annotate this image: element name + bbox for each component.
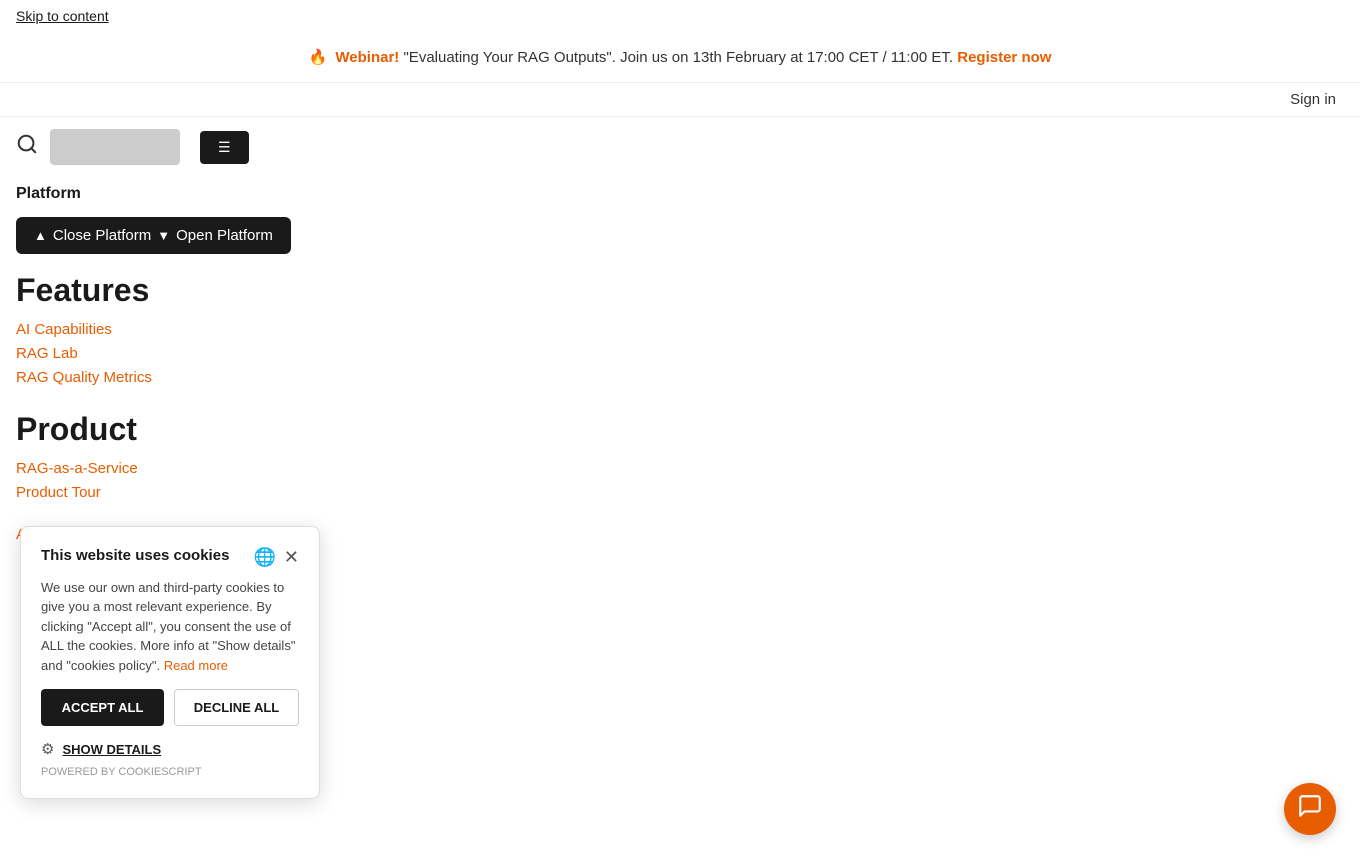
site-logo[interactable]	[50, 129, 180, 165]
menu-button[interactable]: ☰	[200, 131, 249, 164]
cookie-title: This website uses cookies	[41, 547, 229, 564]
cookie-close-button[interactable]: ✕	[284, 548, 299, 566]
site-header: ☰	[0, 117, 1360, 177]
list-item: Product Tour	[16, 484, 1344, 502]
product-section-title: Product	[16, 411, 1344, 448]
show-details-row[interactable]: ⚙ SHOW DETAILS	[41, 740, 299, 758]
list-item: RAG Lab	[16, 345, 1344, 363]
nav-menu: Platform ▲ Close Platform ▼ Open Platfor…	[0, 177, 1360, 544]
rag-lab-link[interactable]: RAG Lab	[16, 345, 78, 362]
decline-all-button[interactable]: DECLINE ALL	[174, 689, 299, 726]
chat-button[interactable]	[1284, 783, 1336, 835]
cookie-banner: This website uses cookies 🌐 ✕ We use our…	[20, 526, 320, 800]
rag-as-a-service-link[interactable]: RAG-as-a-Service	[16, 460, 138, 477]
cookie-banner-header: This website uses cookies 🌐 ✕	[41, 547, 299, 568]
skip-to-content[interactable]: Skip to content	[0, 0, 1360, 32]
platform-toggle-button[interactable]: ▲ Close Platform ▼ Open Platform	[16, 217, 291, 254]
powered-by-text: POWERED BY COOKIESCRIPT	[41, 766, 299, 778]
cookie-description: We use our own and third-party cookies t…	[41, 578, 299, 676]
top-nav: Sign in	[0, 83, 1360, 117]
cookie-actions: ACCEPT ALL DECLINE ALL	[41, 689, 299, 726]
chat-icon	[1297, 793, 1323, 825]
platform-nav-item: Platform	[16, 177, 1344, 211]
show-details-label: SHOW DETAILS	[62, 742, 161, 757]
list-item: RAG-as-a-Service	[16, 460, 1344, 478]
product-tour-link[interactable]: Product Tour	[16, 484, 101, 501]
webinar-banner: 🔥 Webinar! "Evaluating Your RAG Outputs"…	[0, 32, 1360, 83]
close-platform-label: Close Platform	[53, 227, 151, 244]
product-links-list: RAG-as-a-Service Product Tour	[16, 460, 1344, 502]
features-links-list: AI Capabilities RAG Lab RAG Quality Metr…	[16, 321, 1344, 387]
search-icon[interactable]	[16, 133, 38, 161]
accept-all-button[interactable]: ACCEPT ALL	[41, 689, 164, 726]
register-now-link[interactable]: Register now	[957, 49, 1051, 66]
cookie-icons: 🌐 ✕	[253, 547, 299, 568]
ai-capabilities-link[interactable]: AI Capabilities	[16, 321, 112, 338]
read-more-link[interactable]: Read more	[164, 658, 228, 673]
arrow-down-icon: ▼	[157, 228, 170, 243]
list-item: RAG Quality Metrics	[16, 369, 1344, 387]
features-section-title: Features	[16, 272, 1344, 309]
webinar-label: Webinar!	[335, 49, 399, 66]
arrow-up-icon: ▲	[34, 228, 47, 243]
gear-icon: ⚙	[41, 740, 54, 758]
open-platform-label: Open Platform	[176, 227, 273, 244]
list-item: AI Capabilities	[16, 321, 1344, 339]
webinar-description: "Evaluating Your RAG Outputs". Join us o…	[403, 49, 953, 66]
fire-emoji: 🔥	[309, 49, 328, 66]
sign-in-link[interactable]: Sign in	[1290, 91, 1336, 108]
rag-quality-metrics-link[interactable]: RAG Quality Metrics	[16, 369, 152, 386]
globe-icon: 🌐	[253, 547, 275, 568]
